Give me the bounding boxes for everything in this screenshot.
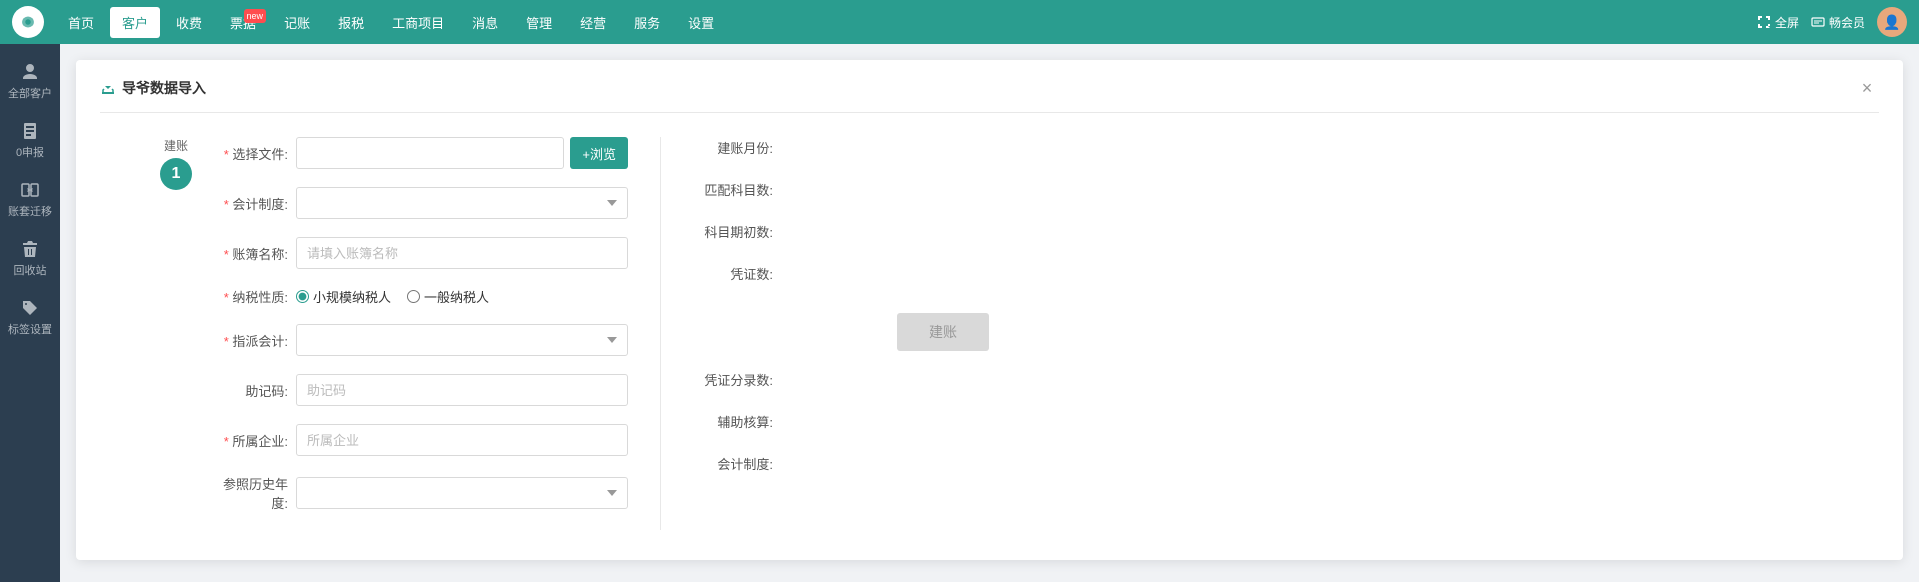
form-divider: [660, 137, 661, 530]
voucher-entries-row: 凭证分录数:: [693, 369, 1193, 389]
setup-month-value: [781, 137, 1193, 157]
memo-code-input[interactable]: [296, 374, 628, 406]
import-icon: [100, 80, 116, 96]
dialog-title: 导爷数据导入: [100, 78, 206, 98]
browse-button[interactable]: +浏览: [570, 137, 628, 169]
affiliated-company-input[interactable]: [296, 424, 628, 456]
sidebar-item-declaration[interactable]: 0申报: [0, 113, 60, 168]
accounting-system-row: 会计制度:: [208, 187, 628, 219]
nav-manage[interactable]: 管理: [514, 7, 564, 38]
build-account-button[interactable]: 建账: [897, 313, 989, 351]
tax-nature-row: 纳税性质: 小规模纳税人 一般纳税人: [208, 287, 628, 306]
close-button[interactable]: ×: [1855, 76, 1879, 100]
top-nav: 首页 客户 收费 票据 new 记账 报税 工商项目 消息 管理 经营 服务 设…: [0, 0, 1919, 44]
nav-message[interactable]: 消息: [460, 7, 510, 38]
nav-service[interactable]: 服务: [622, 7, 672, 38]
import-dialog: 导爷数据导入 × 建账 1 选择文件: +浏览: [76, 60, 1903, 560]
tax-option-small[interactable]: 小规模纳税人: [296, 287, 391, 306]
reference-year-select[interactable]: [296, 477, 628, 509]
tax-radio-general[interactable]: [407, 290, 420, 303]
fullscreen-btn[interactable]: 全屏: [1757, 14, 1799, 31]
tax-nature-label: 纳税性质:: [208, 287, 288, 306]
nav-right: 全屏 畅会员 👤: [1757, 7, 1907, 37]
nav-invoice[interactable]: 票据 new: [218, 7, 268, 38]
accounting-system-label: 会计制度:: [208, 194, 288, 213]
main-content: 导爷数据导入 × 建账 1 选择文件: +浏览: [60, 44, 1919, 582]
nav-fee[interactable]: 收费: [164, 7, 214, 38]
sidebar: 全部客户 0申报 账套迁移 回收站 标签设置: [0, 44, 60, 582]
sidebar-item-all-customers[interactable]: 全部客户: [0, 54, 60, 109]
affiliated-company-label: 所属企业:: [208, 431, 288, 450]
select-file-row: 选择文件: +浏览: [208, 137, 628, 169]
sidebar-item-recycle[interactable]: 回收站: [0, 231, 60, 286]
accounting-system-select[interactable]: [296, 187, 628, 219]
sidebar-item-migration[interactable]: 账套迁移: [0, 172, 60, 227]
nav-bookkeeping[interactable]: 记账: [272, 7, 322, 38]
voucher-entries-label: 凭证分录数:: [693, 370, 773, 389]
voucher-count-value: [781, 263, 1193, 283]
select-file-label: 选择文件:: [208, 144, 288, 163]
affiliated-company-row: 所属企业:: [208, 424, 628, 456]
match-account-row: 匹配科目数:: [693, 179, 1193, 199]
memo-code-label: 助记码:: [208, 381, 288, 400]
file-input-wrapper: +浏览: [296, 137, 628, 169]
nav-business[interactable]: 工商项目: [380, 7, 456, 38]
aux-accounting-value: [781, 411, 1193, 431]
tax-radio-small[interactable]: [296, 290, 309, 303]
tax-nature-radio-group: 小规模纳税人 一般纳税人: [296, 287, 628, 306]
right-accounting-system-row: 会计制度:: [693, 453, 1193, 473]
right-accounting-system-label: 会计制度:: [693, 454, 773, 473]
initial-balance-label: 科目期初数:: [693, 222, 773, 241]
nav-customer[interactable]: 客户: [110, 7, 160, 38]
nav-home[interactable]: 首页: [56, 7, 106, 38]
file-input[interactable]: [296, 137, 564, 169]
assign-accountant-label: 指派会计:: [208, 331, 288, 350]
form-right: 建账月份: 匹配科目数: 科目期初数: 凭证数: 建账: [693, 137, 1193, 530]
reference-year-label: 参照历史年度:: [208, 474, 288, 512]
ledger-name-label: 账簿名称:: [208, 244, 288, 263]
assign-accountant-row: 指派会计:: [208, 324, 628, 356]
app-logo[interactable]: [12, 6, 44, 38]
match-account-label: 匹配科目数:: [693, 180, 773, 199]
form-layout: 建账 1 选择文件: +浏览 会计制度:: [160, 137, 1879, 530]
user-avatar[interactable]: 👤: [1877, 7, 1907, 37]
voucher-entries-value: [781, 369, 1193, 389]
nav-tax[interactable]: 报税: [326, 7, 376, 38]
match-account-value: [781, 179, 1193, 199]
voucher-count-label: 凭证数:: [693, 264, 773, 283]
reference-year-row: 参照历史年度:: [208, 474, 628, 512]
initial-balance-row: 科目期初数:: [693, 221, 1193, 241]
aux-accounting-row: 辅助核算:: [693, 411, 1193, 431]
setup-month-row: 建账月份:: [693, 137, 1193, 157]
dialog-header: 导爷数据导入 ×: [100, 76, 1879, 113]
form-left: 选择文件: +浏览 会计制度: 账簿名称:: [208, 137, 628, 530]
initial-balance-value: [781, 221, 1193, 241]
assign-accountant-select[interactable]: [296, 324, 628, 356]
nav-operation[interactable]: 经营: [568, 7, 618, 38]
member-btn[interactable]: 畅会员: [1811, 14, 1865, 31]
step-indicator: 建账 1: [160, 137, 192, 530]
nav-settings[interactable]: 设置: [676, 7, 726, 38]
right-accounting-system-value: [781, 453, 1193, 473]
voucher-count-row: 凭证数:: [693, 263, 1193, 283]
build-btn-wrapper: 建账: [693, 305, 1193, 351]
tax-option-general[interactable]: 一般纳税人: [407, 287, 489, 306]
ledger-name-row: 账簿名称:: [208, 237, 628, 269]
aux-accounting-label: 辅助核算:: [693, 412, 773, 431]
ledger-name-input[interactable]: [296, 237, 628, 269]
sidebar-item-tags[interactable]: 标签设置: [0, 290, 60, 345]
new-badge: new: [244, 9, 267, 23]
setup-month-label: 建账月份:: [693, 138, 773, 157]
memo-code-row: 助记码:: [208, 374, 628, 406]
